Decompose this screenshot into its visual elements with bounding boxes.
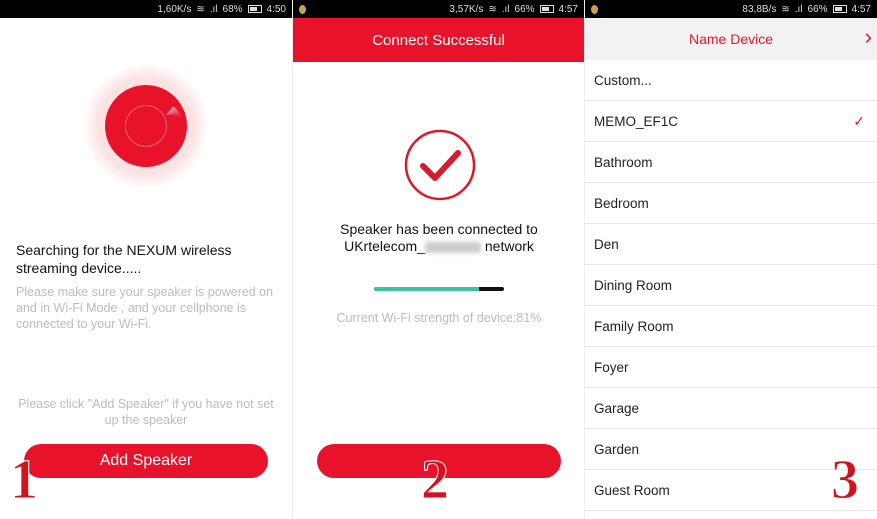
network-speed: 3,57K/s bbox=[449, 3, 484, 15]
network-name: UKrtelecom_ bbox=[344, 238, 425, 254]
list-item[interactable]: Custom... bbox=[585, 60, 877, 101]
add-speaker-hint: Please click "Add Speaker" if you have n… bbox=[18, 397, 274, 427]
wifi-icon: ≋ bbox=[488, 3, 497, 15]
list-item[interactable]: Bathroom bbox=[585, 142, 877, 183]
battery-percent: 66% bbox=[807, 3, 828, 15]
list-item-label: Custom... bbox=[594, 72, 652, 88]
list-item[interactable]: Bedroom bbox=[585, 183, 877, 224]
step-number: 3 bbox=[831, 449, 860, 512]
clock: 4:57 bbox=[558, 3, 578, 15]
wifi-strength-bar bbox=[374, 287, 504, 291]
wifi-strength-fill bbox=[374, 287, 480, 291]
list-item-label: Guest Room bbox=[594, 482, 670, 498]
header: Name Device › bbox=[585, 18, 877, 60]
list-item-label: Garden bbox=[594, 441, 640, 457]
list-item[interactable]: Family Room bbox=[585, 306, 877, 347]
step-number: 2 bbox=[421, 449, 450, 512]
header-title: Connect Successful bbox=[372, 31, 505, 49]
battery-icon bbox=[832, 5, 847, 13]
list-item-label: Bedroom bbox=[594, 195, 649, 211]
list-item[interactable]: MEMO_EF1C ✓ bbox=[585, 101, 877, 142]
list-item-label: Dining Room bbox=[594, 277, 673, 293]
list-item[interactable]: Dining Room bbox=[585, 265, 877, 306]
header: Connect Successful bbox=[293, 18, 584, 62]
radar-icon bbox=[84, 64, 208, 188]
device-name-list: Custom... MEMO_EF1C ✓ Bathroom Bedroom Den Din… bbox=[585, 60, 877, 511]
list-item-label: Family Room bbox=[594, 318, 674, 334]
list-item[interactable]: Garage bbox=[585, 388, 877, 429]
list-item-label: Foyer bbox=[594, 359, 629, 375]
success-check-icon bbox=[404, 129, 476, 201]
signal-icon: .ıl bbox=[209, 3, 218, 15]
list-item-label: Bathroom bbox=[594, 154, 653, 170]
step-number: 1 bbox=[10, 449, 39, 512]
panel-connected: 3,57K/s ≋ .ıl 66% 4:57 Connect Successful… bbox=[292, 0, 584, 519]
list-item-label: Den bbox=[594, 236, 619, 252]
status-bar: 1,60K/s ≋ .ıl 68% 4:50 bbox=[0, 0, 292, 18]
checkmark-icon: ✓ bbox=[853, 112, 865, 129]
wifi-icon: ≋ bbox=[781, 3, 790, 15]
clock: 4:57 bbox=[851, 3, 871, 15]
wifi-icon: ≋ bbox=[196, 3, 205, 15]
network-suffix: network bbox=[481, 238, 534, 254]
status-bar: 83,8B/s ≋ .ıl 66% 4:57 bbox=[585, 0, 877, 18]
status-bar: 3,57K/s ≋ .ıl 66% 4:57 bbox=[293, 0, 584, 18]
network-speed: 1,60K/s bbox=[157, 3, 192, 15]
network-speed: 83,8B/s bbox=[742, 3, 777, 15]
list-item[interactable]: Den bbox=[585, 224, 877, 265]
signal-icon: .ıl bbox=[794, 3, 803, 15]
panel-searching: 1,60K/s ≋ .ıl 68% 4:50 Searching for the … bbox=[0, 0, 292, 519]
blurred-ssid bbox=[425, 241, 481, 253]
list-item[interactable]: Foyer bbox=[585, 347, 877, 388]
battery-percent: 66% bbox=[514, 3, 535, 15]
signal-icon: .ıl bbox=[501, 3, 510, 15]
message-line: Speaker has been connected to bbox=[340, 221, 538, 237]
battery-percent: 68% bbox=[222, 3, 243, 15]
list-item-label: MEMO_EF1C bbox=[594, 113, 679, 129]
add-speaker-button[interactable]: Add Speaker bbox=[24, 444, 268, 478]
header-title: Name Device bbox=[688, 31, 774, 47]
network-line: UKrtelecom_ network bbox=[293, 238, 584, 255]
search-title: Searching for the NEXUM wireless streami… bbox=[16, 242, 232, 276]
chevron-right-icon[interactable]: › bbox=[865, 24, 872, 50]
battery-icon bbox=[247, 5, 262, 13]
battery-icon bbox=[539, 5, 554, 13]
connection-message: Speaker has been connected to UKrtelecom… bbox=[293, 221, 584, 255]
list-item-label: Garage bbox=[594, 400, 640, 416]
clock: 4:50 bbox=[266, 3, 286, 15]
panel-name-device: 83,8B/s ≋ .ıl 66% 4:57 Name Device › Cust… bbox=[584, 0, 877, 519]
wifi-strength-text: Current Wi-Fi strength of device:81% bbox=[336, 311, 542, 325]
search-hint: Please make sure your speaker is powered… bbox=[16, 285, 274, 331]
